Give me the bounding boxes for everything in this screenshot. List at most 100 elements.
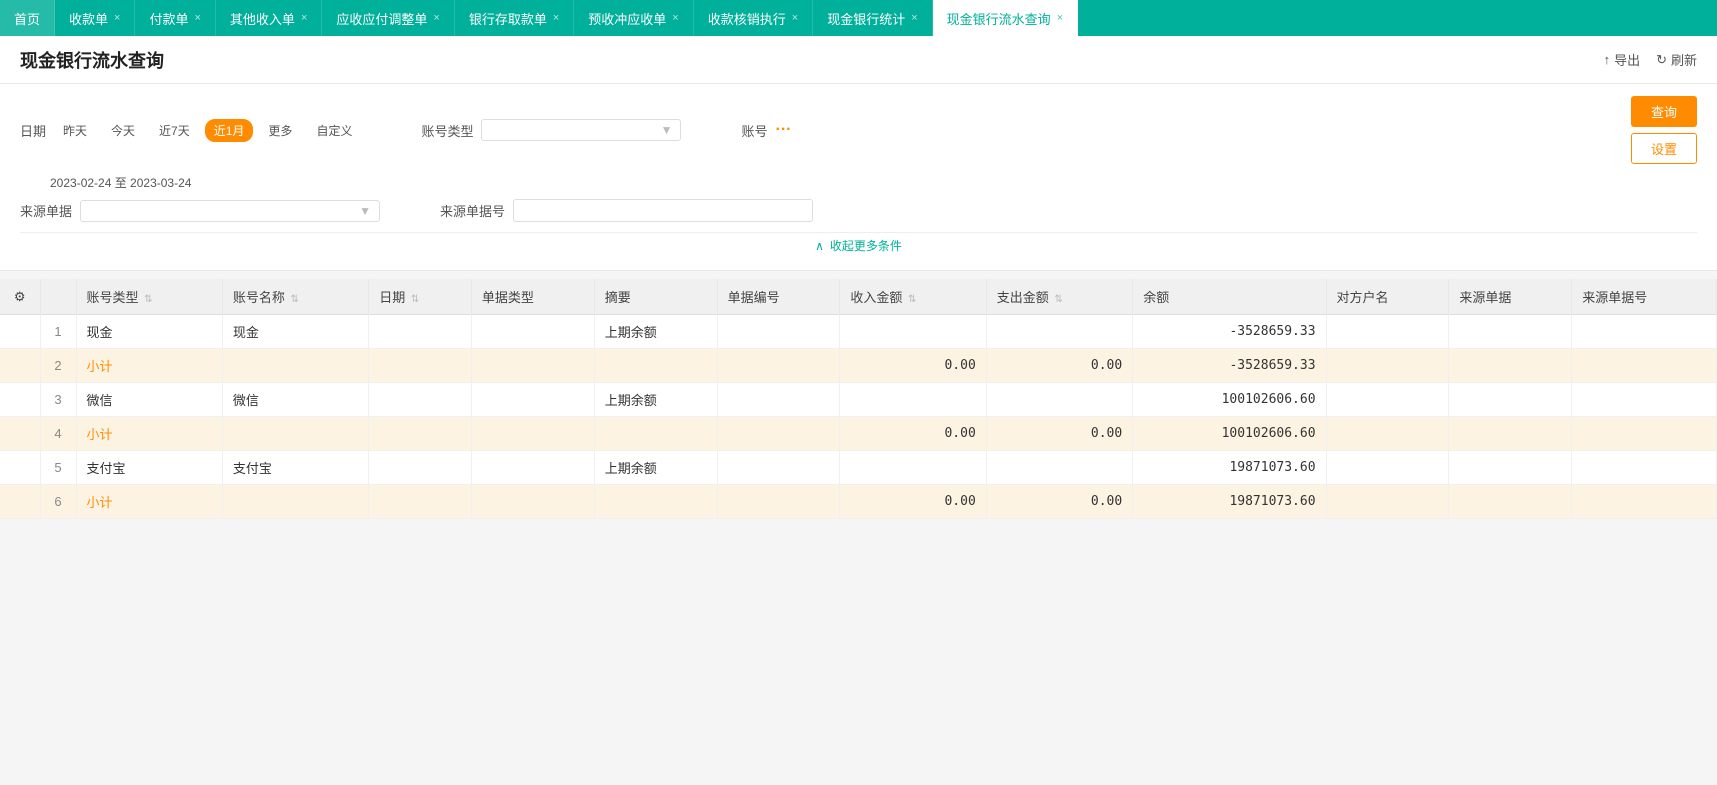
filter-section: 日期 昨天 今天 近7天 近1月 更多 自定义 账号类型 ▼ 账号 ··· xyxy=(0,84,1717,271)
nav-cash-stats[interactable]: 现金银行统计 × xyxy=(813,0,932,36)
collapse-filters-bar[interactable]: ∧ 收起更多条件 xyxy=(20,232,1697,258)
cell-num: 2 xyxy=(40,349,76,383)
nav-receipts[interactable]: 收款单 × xyxy=(55,0,135,36)
cell-doc-type xyxy=(471,383,594,417)
cell-gear xyxy=(0,417,40,451)
query-button[interactable]: 查询 xyxy=(1631,96,1697,127)
account-more-icon[interactable]: ··· xyxy=(775,121,791,139)
cell-counterpart xyxy=(1326,383,1449,417)
cell-account-type: 小计 xyxy=(76,485,222,519)
nav-other-income-close[interactable]: × xyxy=(301,12,307,24)
cell-doc-type xyxy=(471,315,594,349)
nav-cash-flow-close[interactable]: × xyxy=(1057,12,1063,24)
column-source-doc: 来源单据 xyxy=(1449,279,1572,315)
column-counterpart: 对方户名 xyxy=(1326,279,1449,315)
column-date[interactable]: 日期 ⇅ xyxy=(369,279,472,315)
table-row: 1现金现金上期余额-3528659.33 xyxy=(0,315,1717,349)
table-body: 1现金现金上期余额-3528659.332小计0.000.00-3528659.… xyxy=(0,315,1717,519)
cell-income xyxy=(840,383,986,417)
column-account-name[interactable]: 账号名称 ⇅ xyxy=(222,279,368,315)
source-doc-select[interactable]: ▼ xyxy=(80,200,380,222)
cell-summary xyxy=(594,485,717,519)
table-section: ⚙ 账号类型 ⇅ 账号名称 ⇅ 日期 ⇅ 单据类型 摘要 单据编号 收入金额 ⇅… xyxy=(0,279,1717,519)
date-1month[interactable]: 近1月 xyxy=(205,119,254,142)
account-type-label: 账号类型 xyxy=(421,121,473,140)
cell-doc-no xyxy=(717,451,840,485)
nav-bank-deposit-close[interactable]: × xyxy=(553,12,559,24)
cell-date xyxy=(369,349,472,383)
cell-doc-no xyxy=(717,485,840,519)
cell-income: 0.00 xyxy=(840,485,986,519)
cell-doc-type xyxy=(471,485,594,519)
cell-account-name xyxy=(222,417,368,451)
nav-payments[interactable]: 付款单 × xyxy=(135,0,215,36)
column-expense[interactable]: 支出金额 ⇅ xyxy=(986,279,1132,315)
source-doc-no-input[interactable] xyxy=(513,199,813,222)
date-filter-group: 日期 昨天 今天 近7天 近1月 更多 自定义 xyxy=(20,119,361,142)
cell-source-doc xyxy=(1449,485,1572,519)
nav-other-income[interactable]: 其他收入单 × xyxy=(216,0,322,36)
nav-prepay-offset-close[interactable]: × xyxy=(672,12,678,24)
cell-summary xyxy=(594,417,717,451)
nav-cash-stats-close[interactable]: × xyxy=(911,12,917,24)
collapse-icon: ∧ xyxy=(815,239,824,253)
account-type-chevron-icon: ▼ xyxy=(661,123,673,137)
nav-cash-flow[interactable]: 现金银行流水查询 × xyxy=(933,0,1078,36)
nav-prepay-offset[interactable]: 预收冲应收单 × xyxy=(574,0,693,36)
nav-adjust[interactable]: 应收应付调整单 × xyxy=(322,0,454,36)
cell-account-name xyxy=(222,349,368,383)
refresh-label: 刷新 xyxy=(1671,50,1697,69)
sort-icon-income: ⇅ xyxy=(908,294,916,305)
column-account-type[interactable]: 账号类型 ⇅ xyxy=(76,279,222,315)
nav-prepay-offset-label: 预收冲应收单 xyxy=(588,9,666,28)
column-summary: 摘要 xyxy=(594,279,717,315)
refresh-button[interactable]: ↻ 刷新 xyxy=(1656,50,1697,69)
account-filter-group: 账号 ··· xyxy=(741,121,791,140)
cell-date xyxy=(369,315,472,349)
date-yesterday[interactable]: 昨天 xyxy=(54,119,96,142)
nav-payments-close[interactable]: × xyxy=(194,12,200,24)
cell-counterpart xyxy=(1326,349,1449,383)
date-custom[interactable]: 自定义 xyxy=(307,119,361,142)
cell-account-type: 支付宝 xyxy=(76,451,222,485)
cell-expense xyxy=(986,315,1132,349)
cell-date xyxy=(369,451,472,485)
nav-adjust-close[interactable]: × xyxy=(433,12,439,24)
cell-source-doc xyxy=(1449,349,1572,383)
cell-account-type: 微信 xyxy=(76,383,222,417)
date-range-display: 2023-02-24 至 2023-03-24 xyxy=(50,174,1697,191)
date-more[interactable]: 更多 xyxy=(259,119,301,142)
source-doc-label: 来源单据 xyxy=(20,201,72,220)
cell-balance: 19871073.60 xyxy=(1133,485,1326,519)
nav-bank-deposit[interactable]: 银行存取款单 × xyxy=(455,0,574,36)
account-type-select[interactable]: ▼ xyxy=(481,119,681,141)
cell-account-name: 现金 xyxy=(222,315,368,349)
export-icon: ↑ xyxy=(1604,52,1611,67)
cell-source-doc-no xyxy=(1572,349,1717,383)
cell-source-doc xyxy=(1449,417,1572,451)
cell-source-doc xyxy=(1449,383,1572,417)
date-today[interactable]: 今天 xyxy=(102,119,144,142)
nav-receipts-close[interactable]: × xyxy=(114,12,120,24)
header-actions: ↑ 导出 ↻ 刷新 xyxy=(1604,50,1697,69)
cell-expense xyxy=(986,451,1132,485)
date-filter-label: 日期 xyxy=(20,121,46,140)
cell-source-doc-no xyxy=(1572,451,1717,485)
account-label: 账号 xyxy=(741,121,767,140)
nav-home[interactable]: 首页 xyxy=(0,0,55,36)
column-gear[interactable]: ⚙ xyxy=(0,279,40,315)
date-7days[interactable]: 近7天 xyxy=(150,119,199,142)
cell-gear xyxy=(0,315,40,349)
nav-adjust-label: 应收应付调整单 xyxy=(336,9,427,28)
cell-balance: -3528659.33 xyxy=(1133,349,1326,383)
column-income[interactable]: 收入金额 ⇅ xyxy=(840,279,986,315)
nav-receipt-exec[interactable]: 收款核销执行 × xyxy=(694,0,813,36)
cell-income xyxy=(840,451,986,485)
data-table: ⚙ 账号类型 ⇅ 账号名称 ⇅ 日期 ⇅ 单据类型 摘要 单据编号 收入金额 ⇅… xyxy=(0,279,1717,519)
export-button[interactable]: ↑ 导出 xyxy=(1604,50,1641,69)
table-row: 2小计0.000.00-3528659.33 xyxy=(0,349,1717,383)
nav-receipt-exec-close[interactable]: × xyxy=(792,12,798,24)
settings-button[interactable]: 设置 xyxy=(1631,133,1697,164)
cell-date xyxy=(369,383,472,417)
cell-summary xyxy=(594,349,717,383)
